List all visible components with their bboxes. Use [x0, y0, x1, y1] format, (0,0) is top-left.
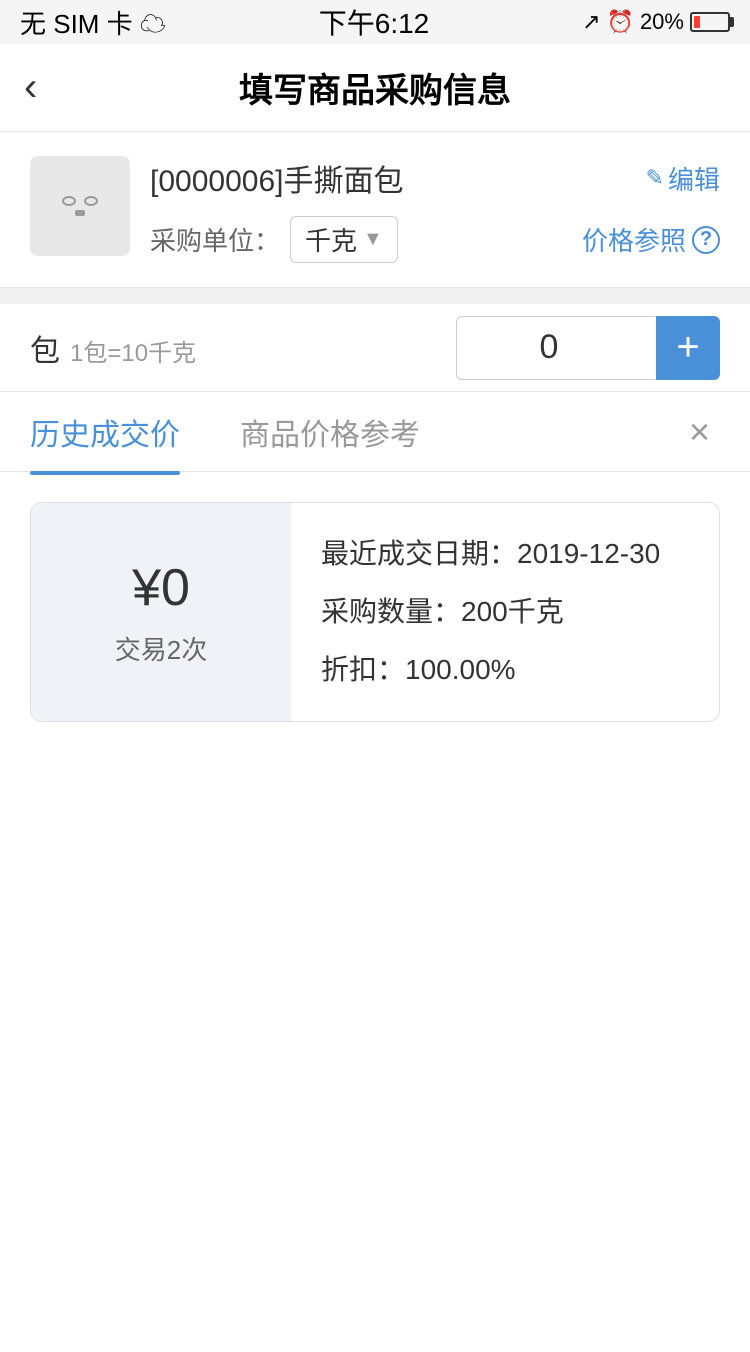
- signal-text: 无 SIM 卡 ☁: [20, 4, 166, 41]
- unit-select[interactable]: 千克 ▼: [290, 216, 398, 263]
- tab-price-ref-label: 商品价格参考: [240, 410, 420, 454]
- alarm-icon: ⏰: [607, 9, 634, 35]
- quantity-unit: 包: [30, 326, 60, 370]
- tabs-bar: 历史成交价 商品价格参考 ×: [0, 392, 750, 472]
- status-time: 下午6:12: [319, 2, 430, 42]
- product-card: [0000006]手撕面包 ✎ 编辑 采购单位： 千克 ▼ 价格参照 ?: [0, 132, 750, 288]
- history-card: ¥0 交易2次 最近成交日期：2019-12-30 采购数量：200千克 折扣：…: [30, 502, 720, 722]
- quantity-input[interactable]: [456, 316, 656, 380]
- status-right: ↗ ⏰ 20%: [582, 9, 730, 35]
- status-left: 无 SIM 卡 ☁: [20, 4, 166, 41]
- quantity-plus-button[interactable]: +: [656, 316, 720, 380]
- history-discount-label: 折扣：: [321, 654, 405, 685]
- history-date-value: 2019-12-30: [517, 538, 660, 569]
- price-ref-help-icon: ?: [692, 226, 720, 254]
- history-detail-panel: 最近成交日期：2019-12-30 采购数量：200千克 折扣：100.00%: [291, 503, 719, 721]
- history-transaction-count: 交易2次: [115, 630, 207, 667]
- tab-close-button[interactable]: ×: [679, 401, 720, 463]
- tab-history-price[interactable]: 历史成交价: [30, 390, 180, 474]
- history-price-panel: ¥0 交易2次: [31, 503, 291, 721]
- product-name-row: [0000006]手撕面包 ✎ 编辑: [150, 156, 720, 200]
- nav-bar: ‹ 填写商品采购信息: [0, 44, 750, 132]
- owl-eye-left: [62, 196, 76, 206]
- product-name: [0000006]手撕面包: [150, 156, 403, 200]
- history-qty-value: 200千克: [461, 596, 564, 627]
- product-thumbnail: [30, 156, 130, 256]
- history-date-row: 最近成交日期：2019-12-30: [321, 533, 689, 575]
- history-discount-value: 100.00%: [405, 654, 516, 685]
- purchase-unit-row: 采购单位： 千克 ▼ 价格参照 ?: [150, 216, 720, 263]
- quantity-row: 包 1包=10千克 +: [0, 304, 750, 392]
- owl-eye-right: [84, 196, 98, 206]
- section-divider: [0, 288, 750, 304]
- edit-button[interactable]: ✎ 编辑: [646, 160, 720, 197]
- tab-active-underline: [30, 471, 180, 475]
- edit-icon: ✎: [646, 165, 664, 191]
- quantity-conversion: 1包=10千克: [70, 333, 196, 368]
- unit-value: 千克: [305, 221, 357, 258]
- dropdown-arrow-icon: ▼: [363, 228, 383, 251]
- history-qty-label: 采购数量：: [321, 596, 461, 627]
- history-price-value: ¥0: [132, 558, 190, 618]
- price-ref-label: 价格参照: [582, 221, 686, 258]
- quantity-input-wrap: +: [456, 316, 720, 380]
- price-reference-button[interactable]: 价格参照 ?: [582, 221, 720, 258]
- history-discount-row: 折扣：100.00%: [321, 649, 689, 691]
- quantity-label-wrap: 包 1包=10千克: [30, 326, 196, 370]
- tabs-left: 历史成交价 商品价格参考: [30, 390, 420, 474]
- status-bar: 无 SIM 卡 ☁ 下午6:12 ↗ ⏰ 20%: [0, 0, 750, 44]
- unit-label: 采购单位：: [150, 221, 280, 258]
- tab-content: ¥0 交易2次 最近成交日期：2019-12-30 采购数量：200千克 折扣：…: [0, 472, 750, 752]
- battery-text: 20%: [640, 9, 684, 35]
- history-date-label: 最近成交日期：: [321, 538, 517, 569]
- page-title: 填写商品采购信息: [239, 63, 511, 112]
- tab-price-reference[interactable]: 商品价格参考: [240, 390, 420, 474]
- tabs-container: 历史成交价 商品价格参考 × ¥0 交易2次 最近成交日期：2019-12-30: [0, 392, 750, 752]
- product-image: [50, 176, 110, 236]
- tab-history-label: 历史成交价: [30, 410, 180, 454]
- back-button[interactable]: ‹: [24, 65, 37, 110]
- battery-icon: [690, 12, 730, 32]
- footer-space: [0, 752, 750, 1352]
- owl-beak: [75, 210, 85, 216]
- location-icon: ↗: [582, 9, 600, 35]
- product-info: [0000006]手撕面包 ✎ 编辑 采购单位： 千克 ▼ 价格参照 ?: [150, 156, 720, 263]
- history-qty-row: 采购数量：200千克: [321, 591, 689, 633]
